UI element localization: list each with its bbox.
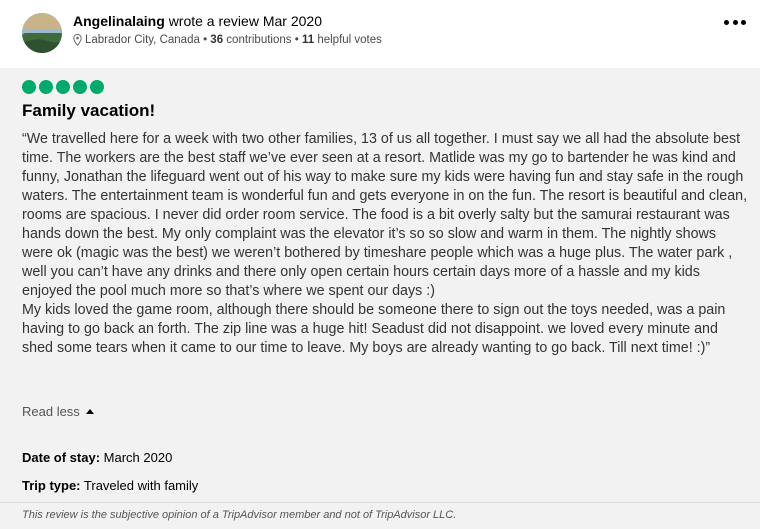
dot xyxy=(732,19,738,25)
trip-type: Trip type: Traveled with family xyxy=(22,478,198,493)
caret-up-icon xyxy=(85,409,94,414)
review-disclaimer: This review is the subjective opinion of… xyxy=(0,502,760,529)
read-less-label: Read less xyxy=(22,404,80,419)
contributions-label: contributions xyxy=(226,34,292,46)
reviewer-line: Angelinalaing wrote a review Mar 2020 xyxy=(73,13,322,29)
contributions-count: 36 xyxy=(210,34,224,46)
trip-type-label: Trip type: xyxy=(22,478,81,493)
rating-bubbles xyxy=(22,80,104,94)
review-header: Angelinalaing wrote a review Mar 2020 La… xyxy=(0,0,760,68)
reviewer-meta: Labrador City, Canada • 36 contributions… xyxy=(73,34,382,46)
rating-bubble-icon xyxy=(90,80,104,94)
helpful-votes-label: helpful votes xyxy=(317,34,382,46)
reviewer-name[interactable]: Angelinalaing xyxy=(73,13,165,29)
review-action: wrote a review Mar 2020 xyxy=(168,13,322,29)
map-pin-icon xyxy=(73,34,82,46)
rating-bubble-icon xyxy=(73,80,87,94)
rating-bubble-icon xyxy=(39,80,53,94)
date-of-stay: Date of stay: March 2020 xyxy=(22,450,172,465)
review-title[interactable]: Family vacation! xyxy=(22,101,155,121)
rating-bubble-icon xyxy=(22,80,36,94)
read-less-button[interactable]: Read less xyxy=(22,404,94,419)
avatar[interactable] xyxy=(22,13,62,53)
trip-type-value: Traveled with family xyxy=(83,478,199,493)
date-of-stay-label: Date of stay: xyxy=(22,450,101,465)
dot xyxy=(741,19,746,25)
avatar-image xyxy=(22,13,62,53)
helpful-votes-count: 11 xyxy=(301,34,315,46)
reviewer-location: Labrador City, Canada xyxy=(85,34,200,46)
dot xyxy=(724,19,729,25)
rating-bubble-icon xyxy=(56,80,70,94)
review-body: “We travelled here for a week with two o… xyxy=(22,131,748,356)
more-options-icon[interactable] xyxy=(724,14,746,30)
date-of-stay-value: March 2020 xyxy=(103,450,173,465)
